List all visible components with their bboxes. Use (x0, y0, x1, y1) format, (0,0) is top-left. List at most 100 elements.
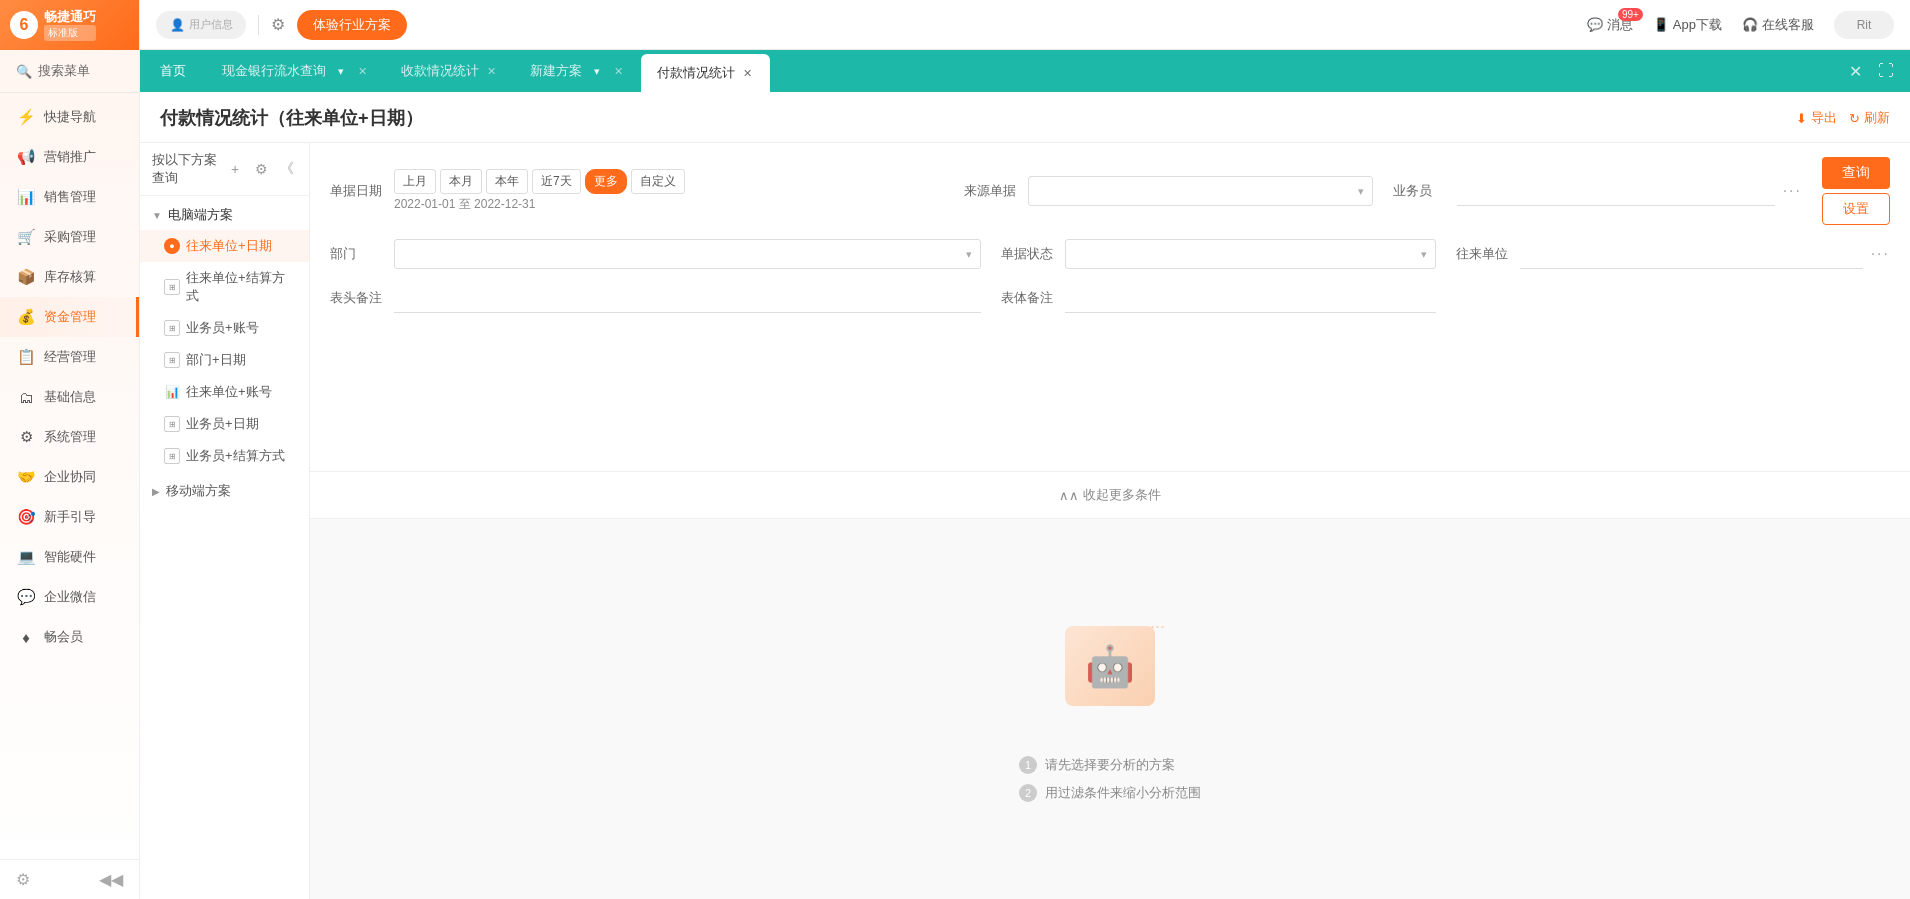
settings-query-button[interactable]: 设置 (1822, 193, 1890, 225)
staff-input[interactable] (1457, 176, 1775, 206)
doc-status-select[interactable]: ▾ (1065, 239, 1435, 269)
sidebar-item-finance[interactable]: 💰 资金管理 (0, 297, 139, 337)
collapse-more-button[interactable]: ∧∧ 收起更多条件 (1047, 482, 1173, 508)
sidebar-item-smart-hw[interactable]: 💻 智能硬件 (0, 537, 139, 577)
scheme-add-button[interactable]: + (225, 159, 245, 179)
topbar-online-service[interactable]: 🎧 在线客服 (1742, 16, 1814, 34)
date-btn-last-month[interactable]: 上月 (394, 169, 436, 194)
sidebar-item-quick-nav[interactable]: ⚡ 快捷导航 (0, 97, 139, 137)
scheme-icon-table: ⊞ (164, 279, 180, 295)
dept-arrow: ▾ (966, 248, 972, 261)
search-icon: 🔍 (16, 64, 32, 79)
doc-status-arrow: ▾ (1421, 248, 1427, 261)
tab-new-scheme-dropdown[interactable]: ▾ (588, 65, 606, 78)
body-note-label: 表体备注 (1001, 289, 1057, 307)
trial-btn[interactable]: 体验行业方案 (297, 10, 407, 40)
source-doc-label: 来源单据 (964, 182, 1020, 200)
scheme-collapse-button[interactable]: 《 (277, 159, 297, 179)
search-menu-button[interactable]: 🔍 搜索菜单 (10, 58, 129, 84)
sidebar-item-member[interactable]: ♦ 畅会员 (0, 617, 139, 657)
scheme-item-counterpart-date[interactable]: ● 往来单位+日期 (140, 230, 309, 262)
scheme-item-staff-account[interactable]: ⊞ 业务员+账号 (140, 312, 309, 344)
tab-receivable[interactable]: 收款情况统计 ✕ (385, 50, 514, 92)
right-area: 单据日期 上月 本月 本年 近7天 更多 自定义 20 (310, 143, 1910, 899)
scheme-item-staff-date[interactable]: ⊞ 业务员+日期 (140, 408, 309, 440)
scheme-panel-actions: + ⚙ 《 (225, 159, 297, 179)
tab-new-scheme-close[interactable]: ✕ (612, 63, 625, 80)
counterpart-dots-btn[interactable]: ··· (1871, 245, 1890, 263)
scheme-item-label: 业务员+账号 (186, 319, 259, 337)
staff-dots-btn[interactable]: ··· (1783, 182, 1802, 200)
date-btn-custom[interactable]: 自定义 (631, 169, 685, 194)
scheme-panel-title: 按以下方案查询 (152, 151, 225, 187)
sidebar-search-area: 🔍 搜索菜单 (0, 50, 139, 93)
sidebar-item-sales[interactable]: 📊 销售管理 (0, 177, 139, 217)
tab-receivable-close[interactable]: ✕ (485, 63, 498, 80)
service-icon: 🎧 (1742, 17, 1758, 32)
tab-bank-flow-close[interactable]: ✕ (356, 63, 369, 80)
date-btn-this-year[interactable]: 本年 (486, 169, 528, 194)
scheme-group-desktop-header[interactable]: ▼ 电脑端方案 (140, 200, 309, 230)
export-button[interactable]: ⬇ 导出 (1796, 109, 1837, 127)
sidebar-item-marketing[interactable]: 📢 营销推广 (0, 137, 139, 177)
query-button[interactable]: 查询 (1822, 157, 1890, 189)
tab-payment-stat[interactable]: 付款情况统计 ✕ (641, 54, 770, 92)
refresh-button[interactable]: ↻ 刷新 (1849, 109, 1890, 127)
tab-bank-flow[interactable]: 现金银行流水查询 ▾ ✕ (206, 50, 385, 92)
topbar-user[interactable]: 👤 用户信息 (156, 11, 246, 39)
source-doc-arrow: ▾ (1358, 185, 1364, 198)
sidebar-item-label: 营销推广 (44, 148, 96, 166)
sidebar-item-guide[interactable]: 🎯 新手引导 (0, 497, 139, 537)
sidebar-item-operation[interactable]: 📋 经营管理 (0, 337, 139, 377)
basic-info-icon: 🗂 (16, 387, 36, 407)
tab-payment-stat-close[interactable]: ✕ (741, 65, 754, 82)
tab-bank-flow-label: 现金银行流水查询 (222, 62, 326, 80)
tab-new-scheme[interactable]: 新建方案 ▾ ✕ (514, 50, 641, 92)
date-btn-7days[interactable]: 近7天 (532, 169, 581, 194)
scheme-item-label: 业务员+日期 (186, 415, 259, 433)
sidebar-item-wechat[interactable]: 💬 企业微信 (0, 577, 139, 617)
header-note-input[interactable] (394, 283, 981, 313)
hint-number-1: 1 (1019, 756, 1037, 774)
export-label: 导出 (1811, 109, 1837, 127)
topbar-app-download[interactable]: 📱 App下载 (1653, 16, 1722, 34)
topbar-avatar[interactable]: Rit (1834, 11, 1894, 39)
scheme-item-label: 部门+日期 (186, 351, 246, 369)
sidebar-item-basic-info[interactable]: 🗂 基础信息 (0, 377, 139, 417)
body-note-input[interactable] (1065, 283, 1435, 313)
sidebar: 6 畅捷通巧 标准版 🔍 搜索菜单 ⚡ 快捷导航 📢 营销推广 📊 销售管理 🛒… (0, 0, 140, 899)
source-doc-select[interactable]: ▾ (1028, 176, 1373, 206)
logo-icon: 6 (10, 11, 38, 39)
tab-payment-stat-label: 付款情况统计 (657, 64, 735, 82)
sidebar-item-inventory[interactable]: 📦 库存核算 (0, 257, 139, 297)
sidebar-item-purchase[interactable]: 🛒 采购管理 (0, 217, 139, 257)
sidebar-item-label: 库存核算 (44, 268, 96, 286)
scheme-item-dept-date[interactable]: ⊞ 部门+日期 (140, 344, 309, 376)
tab-home[interactable]: 首页 (140, 50, 206, 92)
topbar-messages[interactable]: 💬 消息 99+ (1587, 16, 1633, 34)
tab-dropdown-icon[interactable]: ▾ (332, 65, 350, 78)
topbar-settings-icon[interactable]: ⚙ (271, 15, 285, 34)
date-btn-this-month[interactable]: 本月 (440, 169, 482, 194)
scheme-item-counterpart-account[interactable]: 📊 往来单位+账号 (140, 376, 309, 408)
tabbar-expand-icon[interactable]: ⛶ (1874, 58, 1898, 84)
date-btn-more[interactable]: 更多 (585, 169, 627, 194)
staff-label: 业务员 (1393, 182, 1449, 200)
filter-dept-field: 部门 ▾ (330, 239, 981, 269)
sidebar-item-label: 资金管理 (44, 308, 96, 326)
counterpart-input[interactable] (1520, 239, 1863, 269)
scheme-settings-button[interactable]: ⚙ (251, 159, 271, 179)
scheme-item-counterpart-settle[interactable]: ⊞ 往来单位+结算方式 (140, 262, 309, 312)
footer-collapse-icon[interactable]: ◀◀ (99, 870, 123, 889)
dept-select[interactable]: ▾ (394, 239, 981, 269)
footer-settings-icon[interactable]: ⚙ (16, 870, 30, 889)
tabbar-actions: ✕ ⛶ (1833, 58, 1910, 85)
sidebar-item-enterprise[interactable]: 🤝 企业协同 (0, 457, 139, 497)
tabbar-close-icon[interactable]: ✕ (1845, 58, 1866, 85)
scheme-item-staff-settle[interactable]: ⊞ 业务员+结算方式 (140, 440, 309, 472)
messages-badge: 99+ (1618, 8, 1643, 21)
scheme-icon-table4: ⊞ (164, 416, 180, 432)
scheme-group-mobile[interactable]: ▶ 移动端方案 (140, 476, 309, 506)
sales-icon: 📊 (16, 187, 36, 207)
sidebar-item-sys-manage[interactable]: ⚙ 系统管理 (0, 417, 139, 457)
